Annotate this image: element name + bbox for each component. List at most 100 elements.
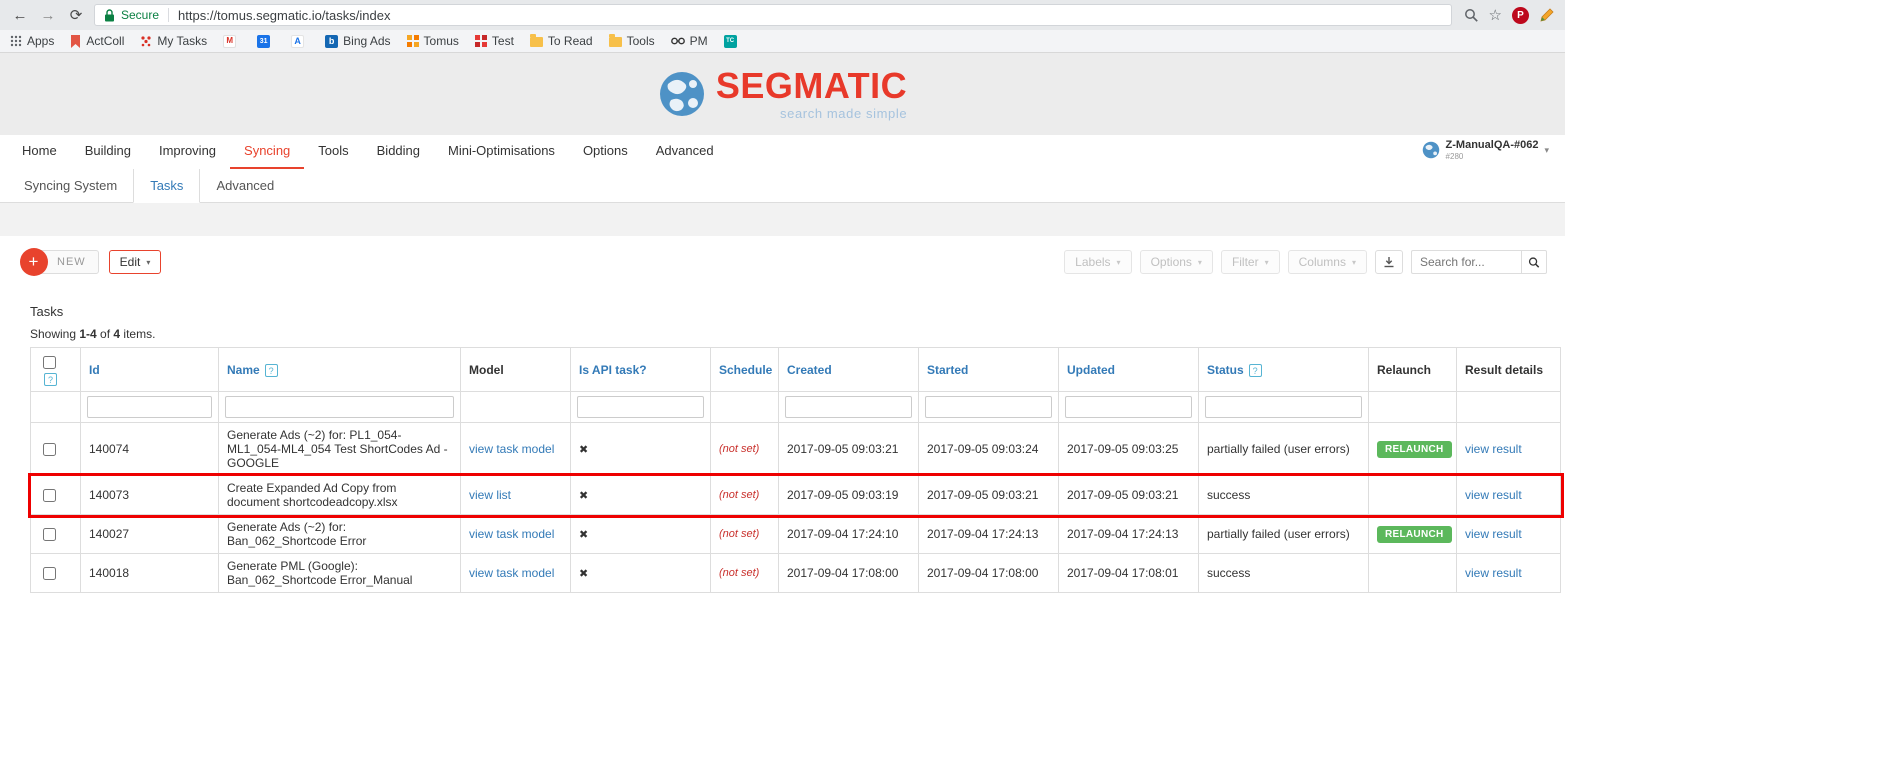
options-dropdown-button[interactable]: Options ▾ — [1139, 250, 1213, 274]
relaunch-button[interactable]: RELAUNCH — [1377, 440, 1452, 458]
filter-id-input[interactable] — [87, 396, 212, 419]
nav-item-syncing[interactable]: Syncing — [230, 135, 305, 169]
bookmark-gmail[interactable]: M — [223, 34, 241, 48]
bookmark-tomus[interactable]: Tomus — [406, 34, 459, 48]
bookmark-my-tasks[interactable]: My Tasks — [140, 34, 207, 48]
user-menu[interactable]: Z-ManualQA-#062 #280 ▾ — [1422, 139, 1549, 161]
new-button[interactable]: + NEW — [20, 248, 99, 276]
task-name: Generate Ads (~2) for: Ban_062_Shortcode… — [218, 514, 461, 555]
columns-dropdown-button[interactable]: Columns ▾ — [1287, 250, 1367, 274]
search-button[interactable] — [1521, 250, 1547, 274]
zoom-icon[interactable] — [1464, 8, 1479, 23]
nav-item-improving[interactable]: Improving — [145, 135, 230, 169]
bookmark-calendar[interactable]: 31 — [257, 34, 275, 48]
model-link[interactable]: view task model — [469, 527, 554, 541]
model-link[interactable]: view list — [469, 488, 511, 502]
filter-started-input[interactable] — [925, 396, 1052, 419]
bookmark-tools[interactable]: Tools — [608, 34, 655, 48]
forward-icon[interactable]: → — [38, 8, 58, 23]
result-link[interactable]: view result — [1465, 566, 1522, 580]
sort-status-header[interactable]: Status — [1207, 363, 1244, 377]
sort-name-header[interactable]: Name — [227, 363, 260, 377]
schedule-value: (not set) — [710, 514, 779, 555]
search-input[interactable] — [1411, 250, 1521, 274]
nav-item-bidding[interactable]: Bidding — [363, 135, 434, 169]
filter-api-input[interactable] — [577, 396, 704, 419]
bookmarks-bar: Apps ActColl My Tasks M 31 A b Bing Ads … — [0, 30, 1565, 53]
bookmark-to-read[interactable]: To Read — [529, 34, 593, 48]
filter-row — [30, 391, 1561, 424]
filter-dropdown-button[interactable]: Filter ▾ — [1220, 250, 1280, 274]
reload-icon[interactable]: ⟳ — [66, 8, 86, 23]
secure-label: Secure — [121, 8, 160, 22]
bookmark-test[interactable]: Test — [474, 34, 514, 48]
sort-api-header[interactable]: Is API task? — [579, 363, 647, 377]
search-icon — [1528, 256, 1540, 268]
pinterest-extension-icon[interactable]: P — [1512, 6, 1529, 24]
tab-tasks[interactable]: Tasks — [133, 169, 201, 203]
tab-advanced[interactable]: Advanced — [200, 169, 290, 202]
task-id: 140073 — [80, 475, 219, 516]
nav-item-advanced[interactable]: Advanced — [642, 135, 728, 169]
created-timestamp: 2017-09-05 09:03:19 — [778, 475, 919, 516]
sort-started-header[interactable]: Started — [927, 363, 968, 377]
model-link[interactable]: view task model — [469, 566, 554, 580]
lock-icon — [105, 8, 114, 21]
nav-item-building[interactable]: Building — [71, 135, 145, 169]
bookmark-bing-ads[interactable]: b Bing Ads — [325, 34, 391, 48]
bookmark-apps[interactable]: Apps — [10, 34, 54, 48]
sort-updated-header[interactable]: Updated — [1067, 363, 1115, 377]
content: Tasks Showing 1-4 of 4 items. Id Name Mo… — [0, 304, 1565, 594]
select-all-checkbox[interactable] — [43, 356, 56, 369]
export-download-button[interactable] — [1375, 250, 1403, 274]
row-checkbox[interactable] — [43, 527, 56, 541]
task-id: 140018 — [80, 553, 219, 594]
bookmark-actcoll[interactable]: ActColl — [70, 34, 124, 48]
edit-dropdown-button[interactable]: Edit ▾ — [108, 250, 162, 274]
bookmark-pm[interactable]: PM — [670, 34, 708, 48]
nav-item-options[interactable]: Options — [569, 135, 642, 169]
segmatic-logo[interactable]: SEGMATIC search made simple — [658, 67, 907, 121]
help-icon[interactable] — [44, 373, 57, 387]
nav-item-mini-optimisations[interactable]: Mini-Optimisations — [434, 135, 569, 169]
help-icon[interactable] — [264, 363, 278, 377]
updated-timestamp: 2017-09-04 17:08:01 — [1058, 553, 1199, 594]
bookmark-analytics[interactable]: A — [291, 34, 309, 48]
status-text: partially failed (user errors) — [1198, 422, 1369, 477]
bookmark-star-icon[interactable]: ☆ — [1489, 8, 1502, 23]
filter-name-input[interactable] — [225, 396, 454, 419]
result-link[interactable]: view result — [1465, 488, 1522, 502]
orange-grid-icon — [406, 35, 419, 47]
filter-created-input[interactable] — [785, 396, 912, 419]
divider — [168, 8, 170, 22]
task-id: 140027 — [80, 514, 219, 555]
nav-item-home[interactable]: Home — [8, 135, 71, 169]
sort-schedule-header[interactable]: Schedule — [719, 363, 772, 377]
sort-id-header[interactable]: Id — [89, 363, 100, 377]
filter-updated-input[interactable] — [1065, 396, 1192, 419]
address-bar[interactable]: Secure https://tomus.segmatic.io/tasks/i… — [94, 4, 1452, 26]
sort-created-header[interactable]: Created — [787, 363, 832, 377]
bookmark-tc[interactable]: TC — [723, 34, 742, 48]
model-link[interactable]: view task model — [469, 442, 554, 456]
nav-item-tools[interactable]: Tools — [304, 135, 362, 169]
schedule-value: (not set) — [710, 553, 779, 594]
filter-status-input[interactable] — [1205, 396, 1362, 419]
tasks-tbody: 140074 Generate Ads (~2) for: PL1_054-ML… — [27, 422, 1564, 594]
header-row: Id Name Model Is API task? Schedule Crea… — [30, 346, 1561, 393]
relaunch-button[interactable]: RELAUNCH — [1377, 525, 1452, 543]
table-row: 140018 Generate PML (Google): Ban_062_Sh… — [30, 553, 1561, 594]
tab-syncing-system[interactable]: Syncing System — [8, 169, 133, 202]
result-link[interactable]: view result — [1465, 527, 1522, 541]
result-link[interactable]: view result — [1465, 442, 1522, 456]
help-icon[interactable] — [1248, 363, 1262, 377]
row-checkbox[interactable] — [43, 488, 56, 502]
back-icon[interactable]: ← — [10, 8, 30, 23]
model-header: Model — [460, 346, 571, 393]
row-checkbox[interactable] — [43, 442, 56, 456]
labels-dropdown-button[interactable]: Labels ▾ — [1064, 250, 1132, 274]
pencil-extension-icon[interactable] — [1539, 7, 1555, 23]
task-name: Generate PML (Google): Ban_062_Shortcode… — [218, 553, 461, 594]
browser-window: ← → ⟳ Secure https://tomus.segmatic.io/t… — [0, 0, 1565, 594]
row-checkbox[interactable] — [43, 566, 56, 580]
